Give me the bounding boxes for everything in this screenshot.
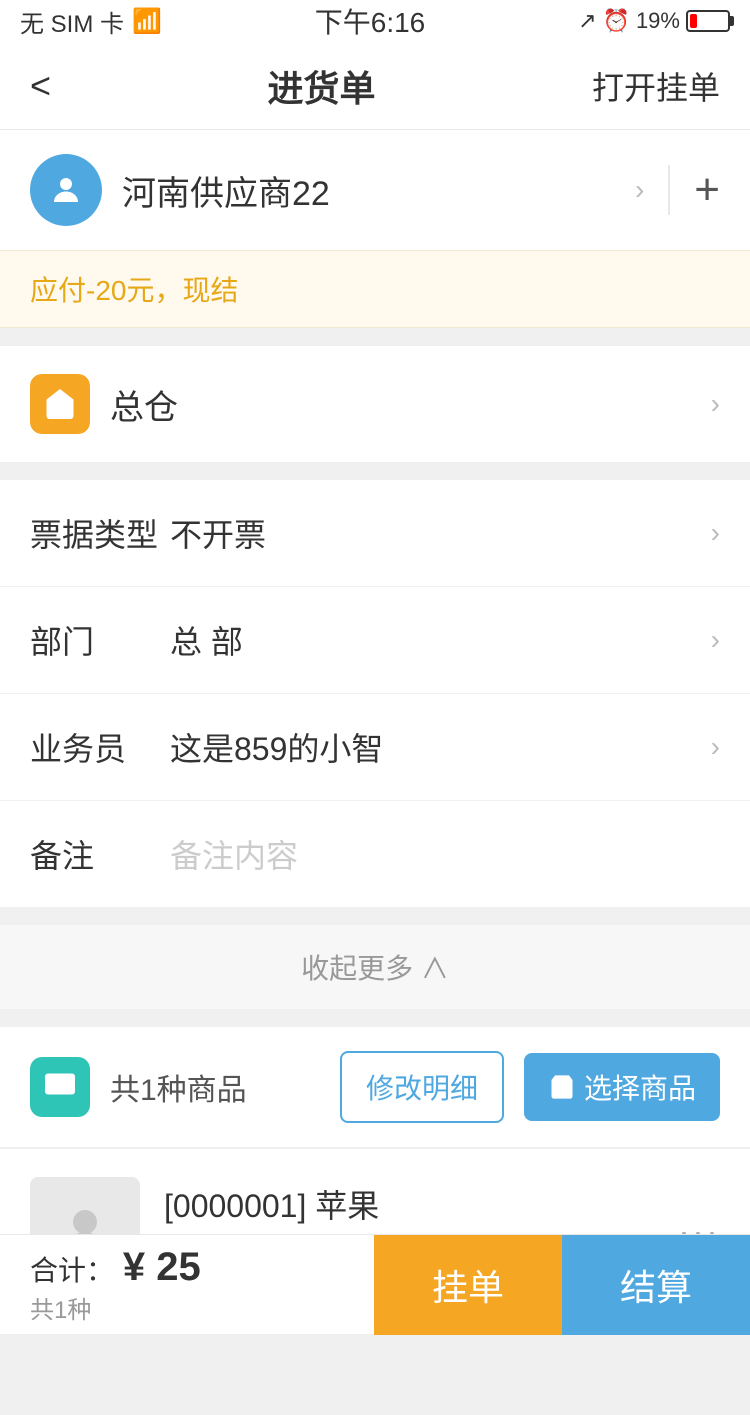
select-product-button[interactable]: 选择商品 xyxy=(524,1053,720,1121)
battery-icon xyxy=(686,10,730,32)
supplier-chevron-icon: › xyxy=(635,174,644,206)
department-chevron-icon: › xyxy=(711,624,720,656)
invoice-type-value: 不开票 xyxy=(160,510,701,556)
battery-percent: 19% xyxy=(636,8,680,34)
supplier-row[interactable]: 河南供应商22 › + xyxy=(0,130,750,250)
checkout-button[interactable]: 结算 xyxy=(562,1235,750,1335)
warehouse-chevron-icon: › xyxy=(711,388,720,420)
total-count: 共1种 xyxy=(30,1290,344,1325)
warehouse-icon xyxy=(30,374,90,434)
edit-detail-button[interactable]: 修改明细 xyxy=(340,1051,504,1123)
total-section: 合计： ¥ 25 共1种 xyxy=(0,1245,374,1325)
status-time: 下午6:16 xyxy=(315,1,426,41)
department-label: 部门 xyxy=(30,617,160,663)
salesperson-chevron-icon: › xyxy=(711,731,720,763)
open-hang-button[interactable]: 打开挂单 xyxy=(592,63,720,109)
bottom-bar: 合计： ¥ 25 共1种 挂单 结算 xyxy=(0,1234,750,1334)
page-title: 进货单 xyxy=(268,60,376,112)
notice-banner: 应付-20元，现结 xyxy=(0,250,750,328)
department-row[interactable]: 部门 总 部 › xyxy=(0,587,750,694)
product-count-text: 共1种商品 xyxy=(110,1065,320,1109)
form-section: 票据类型 不开票 › 部门 总 部 › 业务员 这是859的小智 › 备注 备注… xyxy=(0,480,750,907)
alarm-icon: ⏰ xyxy=(603,8,630,34)
salesperson-value: 这是859的小智 xyxy=(160,724,701,770)
product-header: 共1种商品 修改明细 选择商品 xyxy=(0,1027,750,1147)
remark-input[interactable]: 备注内容 xyxy=(160,831,720,877)
remark-row[interactable]: 备注 备注内容 xyxy=(0,801,750,907)
remark-label: 备注 xyxy=(30,831,160,877)
supplier-divider xyxy=(668,165,670,215)
total-amount: ¥ 25 xyxy=(123,1245,201,1289)
header: < 进货单 打开挂单 xyxy=(0,42,750,130)
warehouse-name: 总仓 xyxy=(110,380,701,429)
add-supplier-button[interactable]: + xyxy=(694,165,720,215)
back-button[interactable]: < xyxy=(30,65,51,107)
invoice-type-label: 票据类型 xyxy=(30,510,160,556)
location-icon: ↗ xyxy=(578,8,596,34)
total-label: 合计： xyxy=(30,1255,114,1286)
hang-button[interactable]: 挂单 xyxy=(374,1235,562,1335)
warehouse-section: 总仓 › xyxy=(0,346,750,462)
warehouse-row[interactable]: 总仓 › xyxy=(0,346,750,462)
wifi-icon: 📶 xyxy=(132,7,162,36)
salesperson-row[interactable]: 业务员 这是859的小智 › xyxy=(0,694,750,801)
supplier-name: 河南供应商22 xyxy=(122,166,625,215)
supplier-section: 河南供应商22 › + 应付-20元，现结 xyxy=(0,130,750,328)
supplier-avatar xyxy=(30,154,102,226)
invoice-type-chevron-icon: › xyxy=(711,517,720,549)
salesperson-label: 业务员 xyxy=(30,724,160,770)
status-bar: 无 SIM 卡 📶 下午6:16 ↗ ⏰ 19% xyxy=(0,0,750,42)
product-name: [0000001] 苹果 xyxy=(164,1181,654,1227)
invoice-type-row[interactable]: 票据类型 不开票 › xyxy=(0,480,750,587)
collapse-bar[interactable]: 收起更多 ∧ xyxy=(0,925,750,1009)
product-count-icon xyxy=(30,1057,90,1117)
department-value: 总 部 xyxy=(160,617,701,663)
status-carrier: 无 SIM 卡 📶 xyxy=(20,4,162,39)
status-indicators: ↗ ⏰ 19% xyxy=(578,8,730,34)
